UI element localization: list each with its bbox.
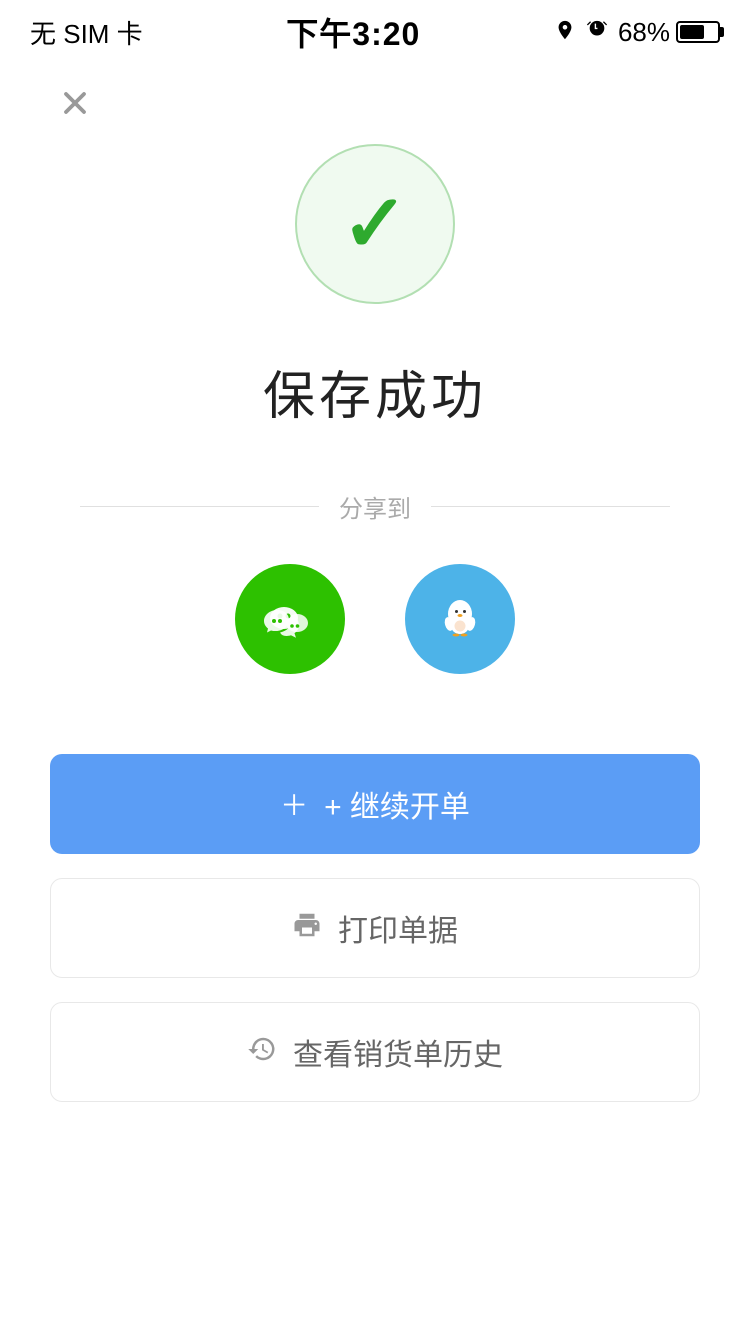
print-label: 打印单据 [338, 906, 458, 950]
qq-share-button[interactable] [405, 564, 515, 674]
actions-section: ＋ + 继续开单 打印单据 查看销货单历史 [0, 754, 750, 1102]
main-content: ✓ 保存成功 分享到 [0, 64, 750, 1102]
share-row [235, 564, 515, 674]
plus-icon: ＋ [280, 784, 308, 824]
battery-icon [676, 21, 720, 43]
status-left: 无 SIM 卡 [30, 14, 153, 51]
print-icon [292, 910, 322, 947]
success-title: 保存成功 [263, 354, 487, 429]
close-button[interactable] [50, 78, 100, 128]
continue-label: + 继续开单 [324, 782, 470, 826]
status-right: 68% [554, 17, 720, 48]
checkmark-icon: ✓ [341, 184, 408, 264]
status-bar: 无 SIM 卡 下午3:20 68% [0, 0, 750, 64]
success-icon-circle: ✓ [295, 144, 455, 304]
status-time: 下午3:20 [286, 9, 420, 55]
share-label: 分享到 [319, 489, 431, 524]
continue-order-button[interactable]: ＋ + 继续开单 [50, 754, 700, 854]
location-icon [554, 17, 576, 48]
carrier-label: 无 SIM 卡 [30, 14, 143, 51]
battery-indicator: 68% [618, 17, 720, 48]
share-divider: 分享到 [0, 489, 750, 524]
divider-line-left [80, 506, 319, 507]
wechat-share-button[interactable] [235, 564, 345, 674]
history-label: 查看销货单历史 [293, 1030, 503, 1074]
history-icon [247, 1034, 277, 1071]
alarm-icon [586, 17, 608, 48]
divider-line-right [431, 506, 670, 507]
history-button[interactable]: 查看销货单历史 [50, 1002, 700, 1102]
battery-percent: 68% [618, 17, 670, 48]
print-button[interactable]: 打印单据 [50, 878, 700, 978]
